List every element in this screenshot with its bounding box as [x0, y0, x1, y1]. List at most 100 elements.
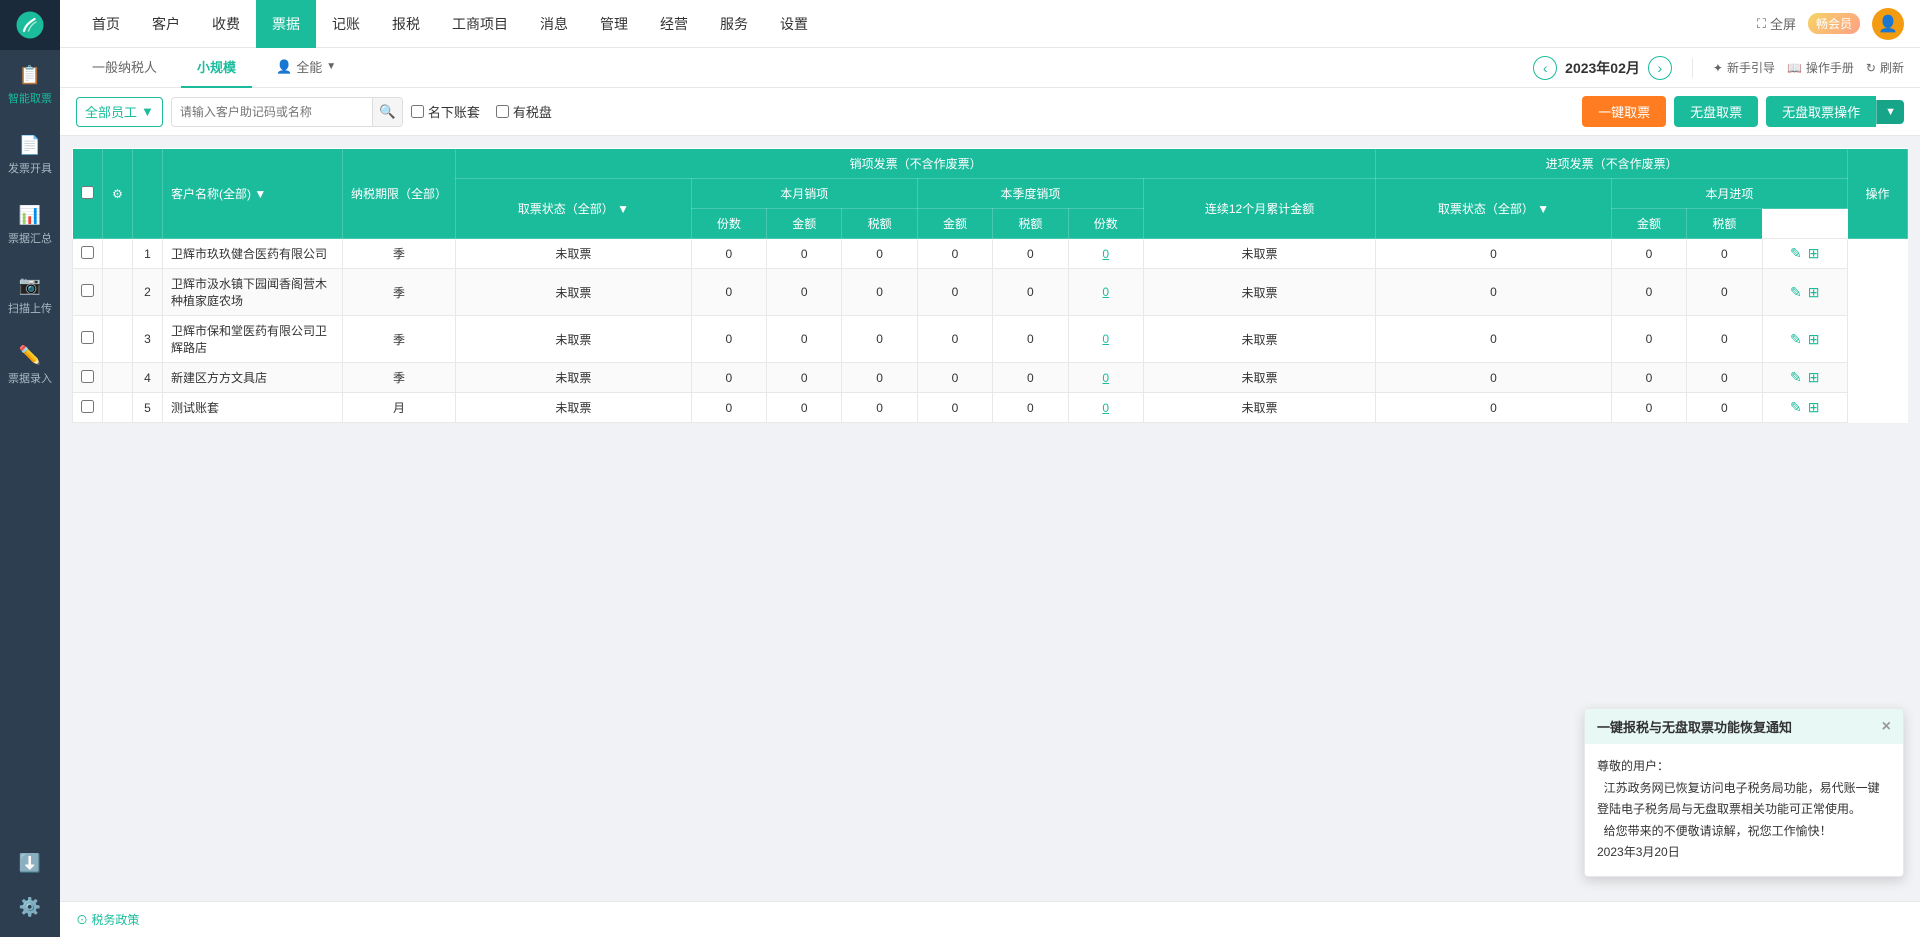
sidebar-bottom: ⬇️ ⚙️: [0, 843, 60, 937]
checkbox-my-accounts[interactable]: 名下账套: [411, 102, 480, 121]
checkbox-group: 名下账套 有税盘: [411, 102, 552, 121]
fullscreen-btn[interactable]: ⛶ 全屏: [1757, 14, 1796, 33]
next-month-btn[interactable]: ›: [1648, 56, 1672, 80]
refresh-btn[interactable]: ↻ 刷新: [1866, 59, 1904, 76]
sidebar-item-issue-invoice[interactable]: 📄 发票开具: [0, 120, 60, 190]
sidebar-item-scan-upload[interactable]: 📷 扫描上传: [0, 260, 60, 330]
nav-settings[interactable]: 设置: [764, 0, 824, 48]
row-purchase-month-tax: 0: [1687, 269, 1762, 316]
new-guide-btn[interactable]: ✦ 新手引导: [1713, 59, 1775, 76]
manual-btn[interactable]: 📖 操作手册: [1787, 59, 1854, 76]
chevron-down-icon: ▼: [141, 104, 154, 119]
user-avatar[interactable]: 👤: [1872, 8, 1904, 40]
notification-close-btn[interactable]: ×: [1882, 718, 1891, 736]
no-disk-ops-btn[interactable]: 无盘取票操作: [1766, 96, 1876, 127]
row-sales-month-count: 0: [691, 316, 766, 363]
sidebar-download-btn[interactable]: ⬇️: [0, 843, 60, 883]
tax-policy-link[interactable]: ⊙ 税务政策: [76, 911, 139, 928]
nav-billing[interactable]: 收费: [196, 0, 256, 48]
th-client-name[interactable]: 客户名称(全部) ▼: [163, 149, 343, 239]
row-sales-quarter-tax: 0: [993, 363, 1068, 393]
tab-general-taxpayer[interactable]: 一般纳税人: [76, 48, 173, 88]
th-sales-month-count: 份数: [691, 209, 766, 239]
edit-icon[interactable]: ✎: [1790, 245, 1802, 262]
issue-invoice-icon: 📄: [19, 135, 41, 156]
row-sales-month-amount: 0: [767, 239, 842, 269]
view-icon[interactable]: ⊞: [1808, 245, 1820, 262]
settings-col-icon[interactable]: ⚙: [112, 187, 123, 201]
sidebar-settings-btn[interactable]: ⚙️: [0, 887, 60, 927]
sidebar-item-data-entry[interactable]: ✏️ 票据录入: [0, 330, 60, 400]
select-all-checkbox[interactable]: [81, 186, 94, 199]
tab-all[interactable]: 👤 全能 ▼: [260, 48, 352, 88]
nav-bookkeeping[interactable]: 记账: [316, 0, 376, 48]
tab-small-scale[interactable]: 小规模: [181, 48, 252, 88]
nav-invoice[interactable]: 票据: [256, 0, 316, 48]
row-purchase-month-count: 0: [1376, 239, 1612, 269]
table-row: 2 卫辉市汲水镇下园闻香阁营木种植家庭农场 季 未取票 0 0 0 0 0 0 …: [73, 269, 1908, 316]
row-sales-quarter-tax: 0: [993, 393, 1068, 423]
nav-biz-projects[interactable]: 工商项目: [436, 0, 524, 48]
sidebar-item-label: 票据录入: [8, 370, 52, 386]
th-tax-period[interactable]: 纳税期限（全部）: [343, 149, 456, 239]
th-sales-fetch-status[interactable]: 取票状态（全部） ▼: [456, 179, 692, 239]
no-disk-fetch-btn[interactable]: 无盘取票: [1674, 96, 1758, 127]
row-purchase-status: 未取票: [1143, 393, 1375, 423]
view-icon[interactable]: ⊞: [1808, 284, 1820, 301]
row-cumulative[interactable]: 0: [1068, 239, 1143, 269]
vip-btn[interactable]: 畅会员: [1808, 13, 1860, 34]
nav-operations[interactable]: 经营: [644, 0, 704, 48]
checkbox-has-tax-disk-input[interactable]: [496, 105, 509, 118]
edit-icon[interactable]: ✎: [1790, 399, 1802, 416]
nav-home[interactable]: 首页: [76, 0, 136, 48]
view-icon[interactable]: ⊞: [1808, 369, 1820, 386]
row-checkbox[interactable]: [73, 393, 103, 423]
employee-filter[interactable]: 全部员工 ▼: [76, 97, 163, 127]
row-checkbox[interactable]: [73, 239, 103, 269]
nav-services[interactable]: 服务: [704, 0, 764, 48]
row-client-name: 卫辉市保和堂医药有限公司卫辉路店: [163, 316, 343, 363]
sidebar-item-label: 智能取票: [8, 90, 52, 106]
checkbox-has-tax-disk[interactable]: 有税盘: [496, 102, 552, 121]
one-click-fetch-btn[interactable]: 一键取票: [1582, 96, 1666, 127]
edit-icon[interactable]: ✎: [1790, 284, 1802, 301]
row-sales-quarter-tax: 0: [993, 316, 1068, 363]
nav-messages[interactable]: 消息: [524, 0, 584, 48]
view-icon[interactable]: ⊞: [1808, 399, 1820, 416]
prev-month-btn[interactable]: ‹: [1533, 56, 1557, 80]
row-purchase-status: 未取票: [1143, 269, 1375, 316]
nav-tax[interactable]: 报税: [376, 0, 436, 48]
divider: [1692, 58, 1693, 78]
sidebar-item-invoice-summary[interactable]: 📊 票据汇总: [0, 190, 60, 260]
nav-items: 首页 客户 收费 票据 记账 报税 工商项目 消息 管理 经营 服务 设置: [76, 0, 1757, 48]
page-footer: ⊙ 税务政策: [60, 901, 1920, 937]
row-checkbox[interactable]: [73, 269, 103, 316]
checkbox-my-accounts-input[interactable]: [411, 105, 424, 118]
edit-icon[interactable]: ✎: [1790, 331, 1802, 348]
table-row: 3 卫辉市保和堂医药有限公司卫辉路店 季 未取票 0 0 0 0 0 0 未取票…: [73, 316, 1908, 363]
row-cumulative[interactable]: 0: [1068, 393, 1143, 423]
view-icon[interactable]: ⊞: [1808, 331, 1820, 348]
edit-icon[interactable]: ✎: [1790, 369, 1802, 386]
th-cumulative-12months: 连续12个月累计金额: [1143, 179, 1375, 239]
row-cumulative[interactable]: 0: [1068, 269, 1143, 316]
row-period: 月: [343, 393, 456, 423]
row-sales-month-tax: 0: [842, 393, 917, 423]
sidebar-item-smart-fetch[interactable]: 📋 智能取票: [0, 50, 60, 120]
table-row: 1 卫辉市玖玖健合医药有限公司 季 未取票 0 0 0 0 0 0 未取票 0 …: [73, 239, 1908, 269]
search-input[interactable]: [172, 98, 372, 126]
row-cumulative[interactable]: 0: [1068, 316, 1143, 363]
search-button[interactable]: 🔍: [372, 98, 402, 126]
row-sales-quarter-amount: 0: [917, 269, 992, 316]
row-checkbox[interactable]: [73, 316, 103, 363]
th-current-quarter-sales: 本季度销项: [917, 179, 1143, 209]
filter-label: 全部员工: [85, 102, 137, 121]
row-checkbox[interactable]: [73, 363, 103, 393]
row-cumulative[interactable]: 0: [1068, 363, 1143, 393]
nav-management[interactable]: 管理: [584, 0, 644, 48]
tab-all-icon: 👤: [276, 59, 292, 75]
no-disk-ops-dropdown-btn[interactable]: ▼: [1876, 100, 1904, 124]
th-purchase-fetch-status[interactable]: 取票状态（全部） ▼: [1376, 179, 1612, 239]
nav-clients[interactable]: 客户: [136, 0, 196, 48]
invoice-summary-icon: 📊: [19, 205, 41, 226]
